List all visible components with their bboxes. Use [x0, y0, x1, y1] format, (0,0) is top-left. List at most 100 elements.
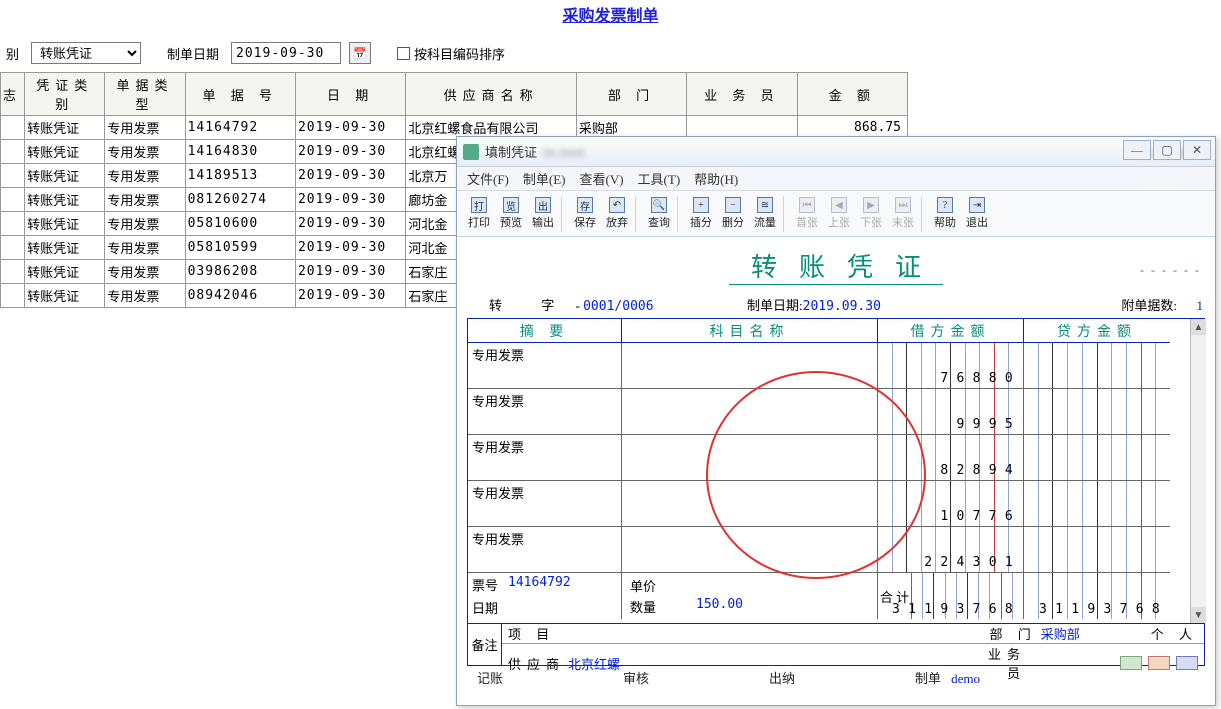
toolbar-icon: ≋: [757, 197, 773, 213]
mini-btn-3[interactable]: [1176, 656, 1198, 670]
col-header[interactable]: 日 期: [295, 73, 405, 116]
sort-by-code-label: 按科目编码排序: [414, 44, 505, 63]
sig-post-label: 记账: [477, 671, 503, 686]
toolbar-icon: ↶: [609, 197, 625, 213]
toolbar-icon: 出: [535, 197, 551, 213]
voucher-line[interactable]: 专用发票10776: [468, 481, 1204, 527]
voucher-remark: 备注 项 目 部 门 采购部 个 人 供应商 北京红螺 业务员: [467, 624, 1205, 666]
page-title: 采购发票制单: [0, 0, 1221, 34]
maximize-button[interactable]: ▢: [1153, 140, 1181, 160]
tb-帮助[interactable]: ?帮助: [929, 193, 961, 235]
filter-bar: 别 转账凭证 制单日期 📅 按科目编码排序: [0, 34, 1221, 72]
tb-输出[interactable]: 出输出: [527, 193, 559, 235]
dept-value[interactable]: 采购部: [1041, 624, 1121, 643]
amount-value: 9995: [956, 417, 1021, 432]
qty-value[interactable]: 150.00: [696, 597, 743, 616]
dialog-titlebar[interactable]: 填制凭证 xx xxxx xx.xxx.xx — ▢ ✕: [457, 137, 1215, 167]
col-header[interactable]: 供应商名称: [406, 73, 577, 116]
mini-btn-1[interactable]: [1120, 656, 1142, 670]
menu-item[interactable]: 工具(T): [638, 169, 681, 188]
tb-保存[interactable]: 存保存: [569, 193, 601, 235]
tb-插分[interactable]: +插分: [685, 193, 717, 235]
bill-no[interactable]: 14164792: [508, 575, 571, 594]
col-header[interactable]: 金 额: [797, 73, 907, 116]
col-header[interactable]: 部 门: [576, 73, 686, 116]
tb-放弃[interactable]: ↶放弃: [601, 193, 633, 235]
remark-label: 备注: [468, 624, 502, 665]
dialog-toolbar[interactable]: 打打印览预览出输出存保存↶放弃🔍查询+插分−删分≋流量⏮首张◀上张▶下张⏭末张?…: [457, 191, 1215, 237]
col-header[interactable]: 志: [1, 73, 25, 116]
voucher-dialog: 填制凭证 xx xxxx xx.xxx.xx — ▢ ✕ 文件(F) 制单(E) 查…: [456, 136, 1216, 706]
voucher-line[interactable]: 专用发票76880: [468, 343, 1204, 389]
menu-item[interactable]: 查看(V): [580, 169, 624, 188]
col-header[interactable]: 凭证类别: [25, 73, 105, 116]
voucher-grid[interactable]: 摘 要 科目名称 借方金额 贷方金额 专用发票76880专用发票9995专用发票…: [467, 318, 1205, 624]
toolbar-icon: ⏭: [895, 197, 911, 213]
tb-预览[interactable]: 览预览: [495, 193, 527, 235]
menu-item[interactable]: 帮助(H): [694, 169, 738, 188]
amount-value: 76880: [940, 371, 1021, 386]
voucher-line[interactable]: 专用发票224301: [468, 527, 1204, 573]
tb-查询[interactable]: 🔍查询: [643, 193, 675, 235]
debit-total: 31193768: [892, 602, 1021, 617]
seq-value[interactable]: 0001/0006: [583, 299, 653, 314]
menu-item[interactable]: 文件(F): [467, 169, 509, 188]
amount-value: 82894: [940, 463, 1021, 478]
tb-退出[interactable]: ⇥退出: [961, 193, 993, 235]
supplier-value[interactable]: 北京红螺: [568, 654, 620, 673]
supplier-label: 供应商: [508, 654, 568, 673]
toolbar-icon: 览: [503, 197, 519, 213]
meta-date-label: 制单日期:: [747, 298, 803, 313]
col-header[interactable]: 单据类型: [105, 73, 185, 116]
toolbar-icon: ⇥: [969, 197, 985, 213]
tb-删分[interactable]: −删分: [717, 193, 749, 235]
tb-末张: ⏭末张: [887, 193, 919, 235]
toolbar-icon: +: [693, 197, 709, 213]
sig-maker-label: 制单: [915, 671, 941, 686]
menu-item[interactable]: 制单(E): [523, 169, 566, 188]
app-icon: [463, 144, 479, 160]
voucher-line[interactable]: 专用发票9995: [468, 389, 1204, 435]
tb-打印[interactable]: 打打印: [463, 193, 495, 235]
price-label: 单价: [630, 576, 656, 595]
mini-btn-2[interactable]: [1148, 656, 1170, 670]
label-voucher-type: 别: [2, 44, 23, 63]
toolbar-icon: ?: [937, 197, 953, 213]
dashes-decor: - - - - - -: [1140, 263, 1201, 278]
person-label: 个 人: [1151, 624, 1198, 643]
tb-首张: ⏮首张: [791, 193, 823, 235]
amount-value: 224301: [924, 555, 1021, 570]
toolbar-icon: ⏮: [799, 197, 815, 213]
amount-value: 10776: [940, 509, 1021, 524]
toolbar-icon: 打: [471, 197, 487, 213]
tb-流量[interactable]: ≋流量: [749, 193, 781, 235]
close-button[interactable]: ✕: [1183, 140, 1211, 160]
voucher-line[interactable]: 专用发票82894: [468, 435, 1204, 481]
col-header[interactable]: 单 据 号: [185, 73, 295, 116]
bill-date-label: 日期: [472, 598, 498, 617]
minimize-button[interactable]: —: [1123, 140, 1151, 160]
toolbar-icon: −: [725, 197, 741, 213]
voucher-meta: 转 字 - 0001/0006 制单日期:2019.09.30 附单据数:1: [465, 291, 1207, 318]
seq-dash: -: [576, 298, 580, 313]
toolbar-icon: 🔍: [651, 197, 667, 213]
qty-label: 数量: [630, 597, 656, 616]
tb-上张: ◀上张: [823, 193, 855, 235]
col-credit: 贷方金额: [1024, 319, 1170, 343]
credit-total: 31193768: [1039, 602, 1168, 617]
scrollbar[interactable]: ▲▼: [1190, 319, 1206, 623]
voucher-type-select[interactable]: 转账凭证: [31, 42, 141, 64]
meta-date[interactable]: 2019.09.30: [803, 299, 881, 314]
dept-label: 部 门: [981, 624, 1037, 643]
blurred-text: xx xxxx: [543, 144, 585, 160]
label-make-date: 制单日期: [163, 44, 223, 63]
col-account: 科目名称: [622, 319, 878, 343]
calendar-icon[interactable]: 📅: [349, 42, 371, 64]
col-debit: 借方金额: [878, 319, 1024, 343]
attach-count[interactable]: 1: [1177, 298, 1203, 314]
dialog-body: 转账凭证 - - - - - - 转 字 - 0001/0006 制单日期:20…: [457, 237, 1215, 705]
sort-by-code-checkbox[interactable]: [397, 47, 410, 60]
dialog-menubar[interactable]: 文件(F) 制单(E) 查看(V) 工具(T) 帮助(H): [457, 167, 1215, 191]
col-header[interactable]: 业 务 员: [687, 73, 797, 116]
make-date-input[interactable]: [231, 42, 341, 64]
